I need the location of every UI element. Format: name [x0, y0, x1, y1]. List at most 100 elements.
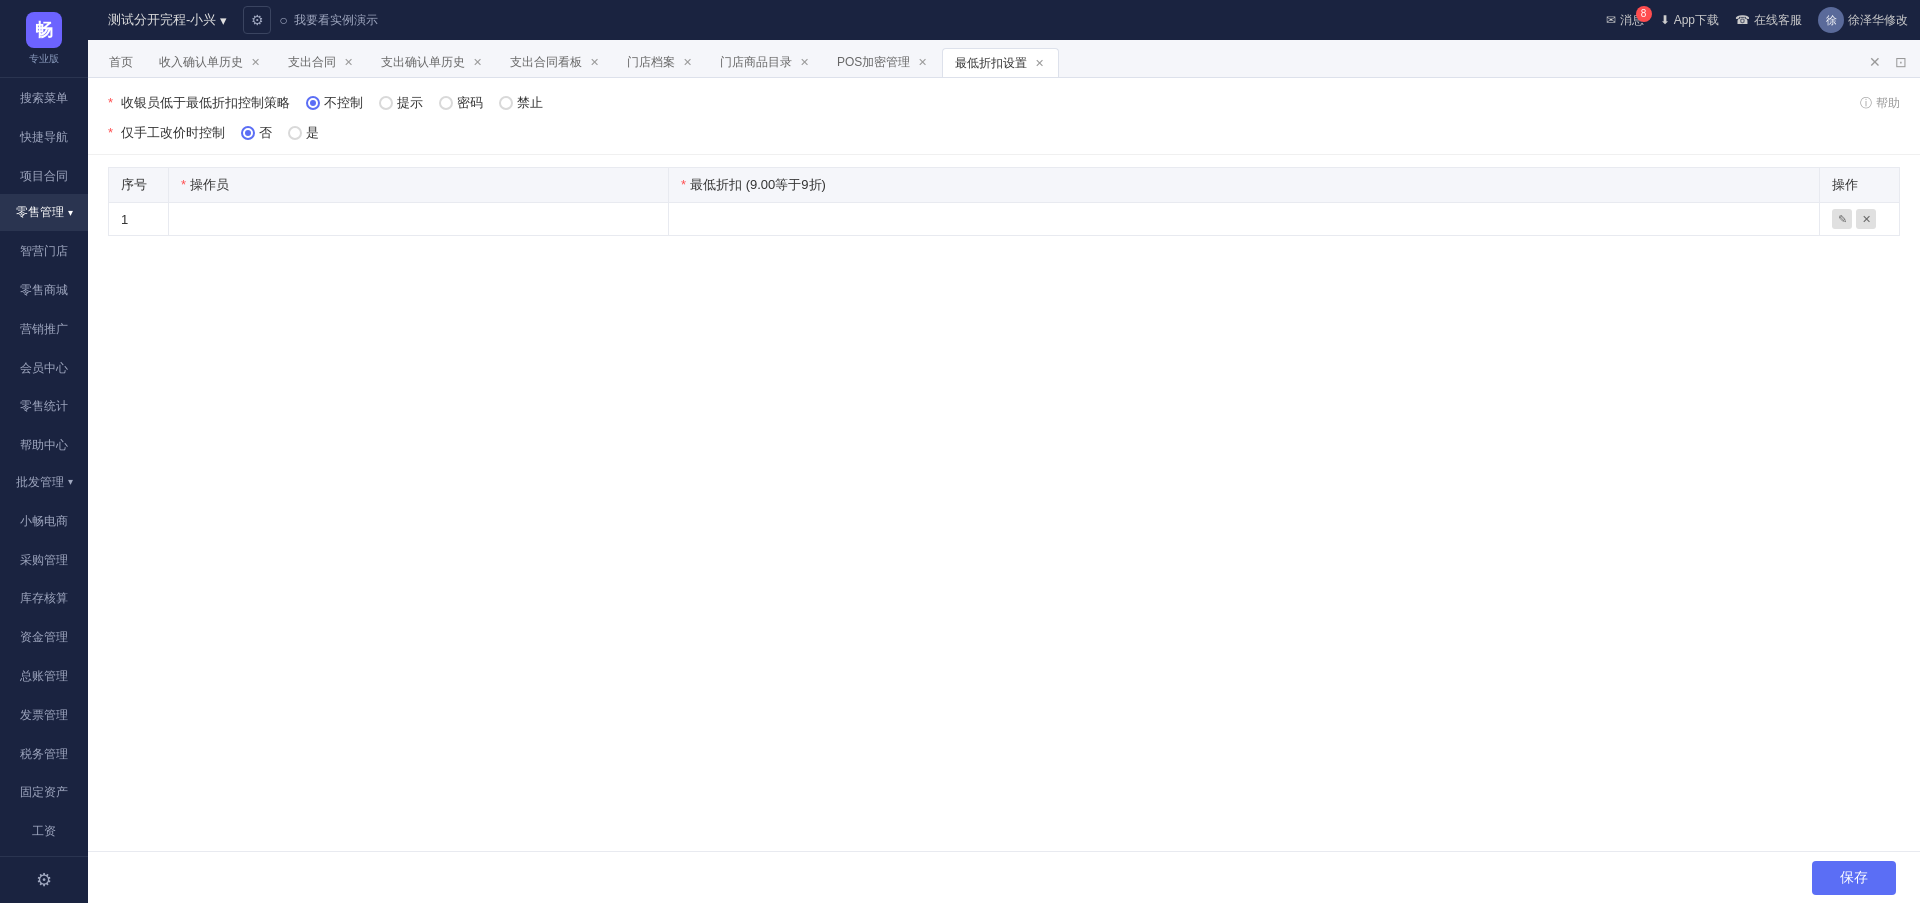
sidebar-item-label-inventory: 库存核算: [4, 590, 84, 607]
sidebar-item-tax[interactable]: 税务管理: [0, 734, 88, 773]
demo-icon: ○: [279, 12, 287, 28]
tab-store-file[interactable]: 门店档案✕: [614, 47, 707, 77]
tab-payment-contract-board[interactable]: 支出合同看板✕: [497, 47, 614, 77]
sidebar-item-marketing[interactable]: 营销推广: [0, 309, 88, 348]
sidebar-item-retail[interactable]: 零售管理▾: [0, 194, 88, 231]
tab-menu-button[interactable]: ⊡: [1890, 51, 1912, 73]
sidebar-item-smart-store[interactable]: 智营门店: [0, 231, 88, 270]
tab-close-payment-contract-board[interactable]: ✕: [588, 55, 601, 70]
user-avatar: 徐: [1818, 7, 1844, 33]
radio-input-manual-no[interactable]: [241, 126, 255, 140]
arrow-icon: ▾: [68, 475, 73, 489]
sidebar-item-label-member: 会员中心: [4, 360, 84, 377]
topbar-demo-link[interactable]: ○ 我要看实例演示: [279, 12, 377, 29]
sidebar-item-ecommerce[interactable]: 小畅电商: [0, 501, 88, 540]
required-indicator-2: *: [108, 125, 113, 140]
tab-income-history[interactable]: 收入确认单历史 ✕: [146, 47, 275, 77]
content-panel: * 收银员低于最低折扣控制策略 不控制提示密码禁止 ⓘ 帮助 * 仅手工改价时控…: [88, 78, 1920, 851]
topbar-message-button[interactable]: ✉ 消息 8: [1606, 12, 1644, 29]
close-tab-button[interactable]: ✕: [1864, 51, 1886, 73]
sidebar-item-retail-stats[interactable]: 零售统计: [0, 386, 88, 425]
topbar-project-selector[interactable]: 测试分开完程-小兴 ▾: [100, 7, 235, 33]
sidebar-item-label-smart-store: 智营门店: [4, 243, 84, 260]
main-area: 测试分开完程-小兴 ▾ ⚙ ○ 我要看实例演示 ✉ 消息 8 ⬇ App下载 ☎…: [88, 0, 1920, 903]
sidebar-item-member[interactable]: 会员中心: [0, 348, 88, 387]
row-edit-button-0[interactable]: ✎: [1832, 209, 1852, 229]
cell-seq-0: 1: [109, 203, 169, 236]
sidebar-item-label-invoice: 发票管理: [4, 707, 84, 724]
topbar-online-support-button[interactable]: ☎ 在线客服: [1735, 12, 1802, 29]
radio-discount-password[interactable]: 密码: [439, 94, 483, 112]
tab-close-income-history[interactable]: ✕: [249, 55, 262, 70]
radio-input-discount-password[interactable]: [439, 96, 453, 110]
radio-input-discount-no-control[interactable]: [306, 96, 320, 110]
sidebar-item-purchase[interactable]: 采购管理: [0, 540, 88, 579]
required-mark: *: [681, 177, 686, 192]
help-button[interactable]: ⓘ 帮助: [1860, 95, 1900, 112]
tab-payment-confirm-history[interactable]: 支出确认单历史 ✕: [368, 47, 497, 77]
radio-manual-no[interactable]: 否: [241, 124, 272, 142]
radio-input-manual-yes[interactable]: [288, 126, 302, 140]
discount-table: 序号*操作员*最低折扣 (9.00等于9折)操作 1 ✎ ✕: [108, 167, 1900, 236]
radio-discount-remind[interactable]: 提示: [379, 94, 423, 112]
sidebar-item-label-salary: 工资: [4, 823, 84, 840]
tab-close-store-goods[interactable]: ✕: [798, 55, 811, 70]
cell-actions-0: ✎ ✕: [1820, 203, 1900, 236]
tab-label-payment-confirm-history: 支出确认单历史: [381, 54, 465, 71]
table-col-min_discount: *最低折扣 (9.00等于9折): [669, 168, 1820, 203]
tab-close-payment-confirm-history[interactable]: ✕: [471, 55, 484, 70]
cell-operator-0[interactable]: [169, 203, 669, 236]
sidebar-item-ledger[interactable]: 总账管理: [0, 656, 88, 695]
radio-input-discount-remind[interactable]: [379, 96, 393, 110]
sidebar-item-online-store[interactable]: 零售商城: [0, 270, 88, 309]
tab-close-payment-contract[interactable]: ✕: [342, 55, 355, 70]
tab-close-pos-password[interactable]: ✕: [916, 55, 929, 70]
tab-min-discount[interactable]: 最低折扣设置 ✕: [942, 48, 1059, 78]
sidebar-logo: 畅 专业版: [0, 0, 88, 78]
topbar-settings-button[interactable]: ⚙: [243, 6, 271, 34]
radio-discount-no-control[interactable]: 不控制: [306, 94, 363, 112]
topbar-user-menu[interactable]: 徐 徐泽华修改: [1818, 7, 1908, 33]
tab-payment-contract[interactable]: 支出合同✕: [275, 47, 368, 77]
question-icon: ⓘ: [1860, 95, 1872, 112]
sidebar-item-label-project: 项目合同: [4, 168, 84, 185]
sidebar-item-wholesale[interactable]: 批发管理▾: [0, 464, 88, 501]
sidebar-item-quicknav[interactable]: 快捷导航: [0, 117, 88, 156]
tab-store-goods[interactable]: 门店商品目录 ✕: [707, 47, 824, 77]
tab-pos-password[interactable]: POS加密管理✕: [824, 47, 942, 77]
sidebar-item-salary[interactable]: 工资: [0, 811, 88, 850]
radio-label-discount-forbid: 禁止: [517, 94, 543, 112]
tab-label-store-goods: 门店商品目录: [720, 54, 792, 71]
save-button[interactable]: 保存: [1812, 861, 1896, 895]
sidebar-item-assets[interactable]: 固定资产: [0, 772, 88, 811]
cell-discount-0[interactable]: [669, 203, 1820, 236]
tab-home[interactable]: 首页: [96, 47, 146, 77]
sidebar-item-label-ledger: 总账管理: [4, 668, 84, 685]
tab-close-min-discount[interactable]: ✕: [1033, 56, 1046, 71]
arrow-icon: ▾: [68, 206, 73, 220]
radio-manual-yes[interactable]: 是: [288, 124, 319, 142]
sidebar-footer-settings[interactable]: ⚙: [0, 856, 88, 903]
row-delete-button-0[interactable]: ✕: [1856, 209, 1876, 229]
radio-label-discount-password: 密码: [457, 94, 483, 112]
sidebar-item-finance[interactable]: 资金管理: [0, 617, 88, 656]
table-col-seq: 序号: [109, 168, 169, 203]
sidebar-item-label-retail-stats: 零售统计: [4, 398, 84, 415]
topbar-demo-text: 我要看实例演示: [294, 12, 378, 29]
topbar-app-download-button[interactable]: ⬇ App下载: [1660, 12, 1719, 29]
sidebar-item-project[interactable]: 项目合同: [0, 156, 88, 195]
radio-input-discount-forbid[interactable]: [499, 96, 513, 110]
form-section: * 收银员低于最低折扣控制策略 不控制提示密码禁止 ⓘ 帮助 * 仅手工改价时控…: [88, 78, 1920, 155]
tab-label-income-history: 收入确认单历史: [159, 54, 243, 71]
tab-label-min-discount: 最低折扣设置: [955, 55, 1027, 72]
sidebar-item-inventory[interactable]: 库存核算: [0, 578, 88, 617]
radio-label-manual-yes: 是: [306, 124, 319, 142]
tab-close-store-file[interactable]: ✕: [681, 55, 694, 70]
sidebar-item-invoice[interactable]: 发票管理: [0, 695, 88, 734]
radio-discount-forbid[interactable]: 禁止: [499, 94, 543, 112]
sidebar-item-label-purchase: 采购管理: [4, 552, 84, 569]
sidebar-item-label-finance: 资金管理: [4, 629, 84, 646]
page-footer: 保存: [88, 851, 1920, 903]
sidebar-item-help[interactable]: 帮助中心: [0, 425, 88, 464]
sidebar-item-search[interactable]: 搜索菜单: [0, 78, 88, 117]
